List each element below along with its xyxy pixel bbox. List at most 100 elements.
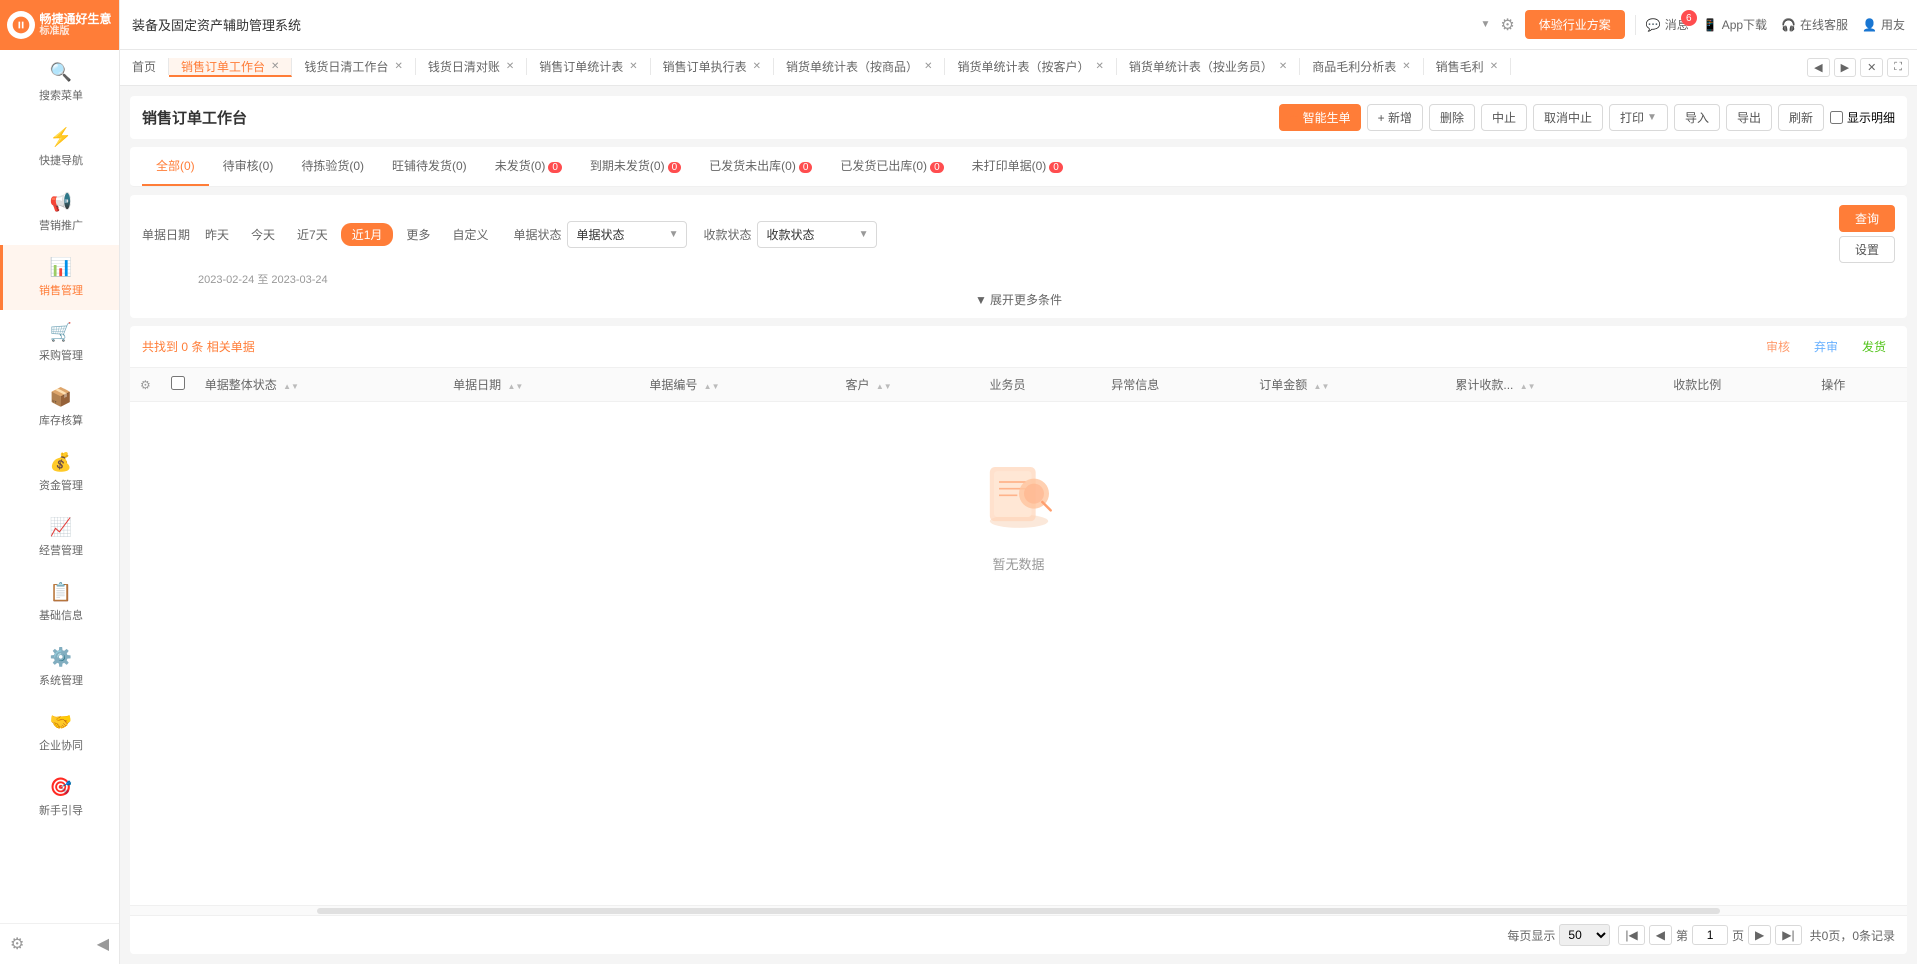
sidebar-item-新手引导[interactable]: 🎯 新手引导 bbox=[0, 765, 119, 830]
page-input[interactable] bbox=[1692, 925, 1728, 945]
tab-0[interactable]: 首页 bbox=[120, 58, 169, 75]
tab-6[interactable]: 销货单统计表（按商品）✕ bbox=[774, 58, 945, 75]
ship-button[interactable]: 发货 bbox=[1853, 334, 1895, 359]
user-item[interactable]: 👤 用友 bbox=[1862, 16, 1905, 33]
tab-close-8[interactable]: ✕ bbox=[1279, 61, 1287, 72]
tab-3[interactable]: 钱货日清对账✕ bbox=[416, 58, 527, 75]
topbar: 装备及固定资产辅助管理系统 ▼ ⚙ 体验行业方案 💬 6 消息 📱 App下载 … bbox=[120, 0, 1917, 50]
sidebar-item-采购管理[interactable]: 🛒 采购管理 bbox=[0, 310, 119, 375]
date-btn-more[interactable]: 更多 bbox=[397, 223, 439, 246]
tab-prev-button[interactable]: ◀ bbox=[1807, 58, 1829, 77]
last-page-button[interactable]: ▶| bbox=[1775, 925, 1801, 945]
tab-5[interactable]: 销售订单执行表✕ bbox=[651, 58, 774, 75]
sidebar-item-经营管理[interactable]: 📈 经营管理 bbox=[0, 505, 119, 570]
sidebar-item-基础信息[interactable]: 📋 基础信息 bbox=[0, 570, 119, 635]
show-detail-label[interactable]: 显示明细 bbox=[1830, 109, 1895, 126]
date-btn-1month[interactable]: 近1月 bbox=[341, 223, 394, 246]
status-select[interactable]: 单据状态 ▼ bbox=[567, 221, 687, 248]
payment-select[interactable]: 收款状态 ▼ bbox=[757, 221, 877, 248]
export-button[interactable]: 导出 bbox=[1726, 104, 1772, 131]
filter-badge-8: 0 bbox=[1049, 162, 1063, 173]
tab-9[interactable]: 商品毛利分析表✕ bbox=[1300, 58, 1423, 75]
filter-tab-3[interactable]: 旺铺待发货(0) bbox=[378, 147, 481, 186]
filter-tab-7[interactable]: 已发货已出库(0)0 bbox=[826, 147, 957, 186]
first-page-button[interactable]: |◀ bbox=[1618, 925, 1644, 945]
setting-button[interactable]: 设置 bbox=[1839, 236, 1895, 263]
import-button[interactable]: 导入 bbox=[1674, 104, 1720, 131]
table-action-buttons: 审核 弃审 发货 bbox=[1757, 334, 1895, 359]
message-item[interactable]: 💬 6 消息 bbox=[1646, 16, 1689, 33]
delete-button[interactable]: 删除 bbox=[1429, 104, 1475, 131]
collapse-icon[interactable]: ◀ bbox=[97, 934, 109, 954]
tab-fullscreen-button[interactable]: ⛶ bbox=[1887, 58, 1909, 77]
filter-tab-0[interactable]: 全部(0) bbox=[142, 147, 209, 186]
tab-7[interactable]: 销货单统计表（按客户）✕ bbox=[945, 58, 1116, 75]
tab-close-10[interactable]: ✕ bbox=[1490, 61, 1498, 72]
stop-button[interactable]: 中止 bbox=[1481, 104, 1527, 131]
chevron-down-icon: ▼ bbox=[975, 293, 987, 307]
prev-page-button[interactable]: ◀ bbox=[1649, 925, 1672, 945]
sidebar-item-营销推广[interactable]: 📢 营销推广 bbox=[0, 180, 119, 245]
online-service-item[interactable]: 🎧 在线客服 bbox=[1781, 16, 1848, 33]
date-btn-custom[interactable]: 自定义 bbox=[443, 223, 497, 246]
cancel-stop-button[interactable]: 取消中止 bbox=[1533, 104, 1603, 131]
logo-icon bbox=[7, 11, 35, 39]
next-page-button[interactable]: ▶ bbox=[1748, 925, 1771, 945]
sidebar-label-5: 库存核算 bbox=[39, 412, 83, 428]
filter-tab-6[interactable]: 已发货未出库(0)0 bbox=[695, 147, 826, 186]
sidebar-item-系统管理[interactable]: ⚙️ 系统管理 bbox=[0, 635, 119, 700]
tab-close-all-button[interactable]: ✕ bbox=[1860, 58, 1883, 77]
sidebar-item-快捷导航[interactable]: ⚡ 快捷导航 bbox=[0, 115, 119, 180]
tab-1[interactable]: 销售订单工作台✕ bbox=[169, 58, 292, 77]
cancel-audit-button[interactable]: 弃审 bbox=[1805, 334, 1847, 359]
tab-8[interactable]: 销货单统计表（按业务员）✕ bbox=[1117, 58, 1300, 75]
tab-close-6[interactable]: ✕ bbox=[924, 61, 932, 72]
date-btn-yesterday[interactable]: 昨天 bbox=[196, 223, 238, 246]
sidebar-item-销售管理[interactable]: 📊 销售管理 bbox=[0, 245, 119, 310]
tab-close-7[interactable]: ✕ bbox=[1095, 61, 1103, 72]
show-detail-checkbox[interactable] bbox=[1830, 111, 1843, 124]
sidebar-item-企业协同[interactable]: 🤝 企业协同 bbox=[0, 700, 119, 765]
filter-tab-1[interactable]: 待审核(0) bbox=[209, 147, 288, 186]
date-btn-today[interactable]: 今天 bbox=[242, 223, 284, 246]
query-button[interactable]: 查询 bbox=[1839, 205, 1895, 232]
app-download-item[interactable]: 📱 App下载 bbox=[1703, 16, 1767, 33]
print-button[interactable]: 打印 ▼ bbox=[1609, 104, 1668, 131]
experience-button[interactable]: 体验行业方案 bbox=[1525, 10, 1625, 39]
tab-close-5[interactable]: ✕ bbox=[753, 61, 761, 72]
sidebar-item-资金管理[interactable]: 💰 资金管理 bbox=[0, 440, 119, 505]
tab-label-2: 钱货日清工作台 bbox=[304, 58, 388, 75]
sidebar-label-1: 快捷导航 bbox=[39, 152, 83, 168]
add-button[interactable]: + 新增 bbox=[1367, 104, 1423, 131]
audit-button[interactable]: 审核 bbox=[1757, 334, 1799, 359]
refresh-button[interactable]: 刷新 bbox=[1778, 104, 1824, 131]
table-area: 共找到 0 条 相关单据 审核 弃审 发货 ⚙ bbox=[130, 326, 1907, 954]
filter-tab-2[interactable]: 待拣验货(0) bbox=[287, 147, 378, 186]
tab-4[interactable]: 销售订单统计表✕ bbox=[527, 58, 650, 75]
settings-icon[interactable]: ⚙ bbox=[10, 934, 24, 954]
col-accumulated-payment: 累计收款... ▲▼ bbox=[1445, 368, 1663, 402]
tab-10[interactable]: 销售毛利✕ bbox=[1424, 58, 1511, 75]
expand-button[interactable]: ▼ 展开更多条件 bbox=[975, 291, 1062, 308]
smart-create-button[interactable]: ★ 智能生单 bbox=[1279, 104, 1361, 131]
filter-tab-5[interactable]: 到期未发货(0)0 bbox=[576, 147, 695, 186]
sidebar-label-4: 采购管理 bbox=[39, 347, 83, 363]
date-range-text: 2023-02-24 至 2023-03-24 bbox=[198, 271, 328, 287]
tab-close-9[interactable]: ✕ bbox=[1402, 61, 1410, 72]
tab-close-2[interactable]: ✕ bbox=[394, 61, 402, 72]
filter-tab-4[interactable]: 未发货(0)0 bbox=[481, 147, 576, 186]
tab-close-1[interactable]: ✕ bbox=[271, 61, 279, 72]
settings-icon[interactable]: ⚙ bbox=[1500, 15, 1514, 35]
select-all-checkbox[interactable] bbox=[171, 376, 185, 390]
per-page-select[interactable]: 50 100 200 bbox=[1559, 924, 1610, 946]
tab-close-3[interactable]: ✕ bbox=[506, 61, 514, 72]
sidebar-item-搜索菜单[interactable]: 🔍 搜索菜单 bbox=[0, 50, 119, 115]
tab-next-button[interactable]: ▶ bbox=[1834, 58, 1856, 77]
filter-tab-8[interactable]: 未打印单据(0)0 bbox=[958, 147, 1077, 186]
date-btn-7days[interactable]: 近7天 bbox=[288, 223, 337, 246]
tab-2[interactable]: 钱货日清工作台 ✕ bbox=[292, 58, 415, 75]
sidebar-item-库存核算[interactable]: 📦 库存核算 bbox=[0, 375, 119, 440]
horizontal-scrollbar[interactable] bbox=[317, 908, 1719, 914]
tab-close-4[interactable]: ✕ bbox=[629, 61, 637, 72]
column-settings-icon[interactable]: ⚙ bbox=[140, 378, 151, 392]
